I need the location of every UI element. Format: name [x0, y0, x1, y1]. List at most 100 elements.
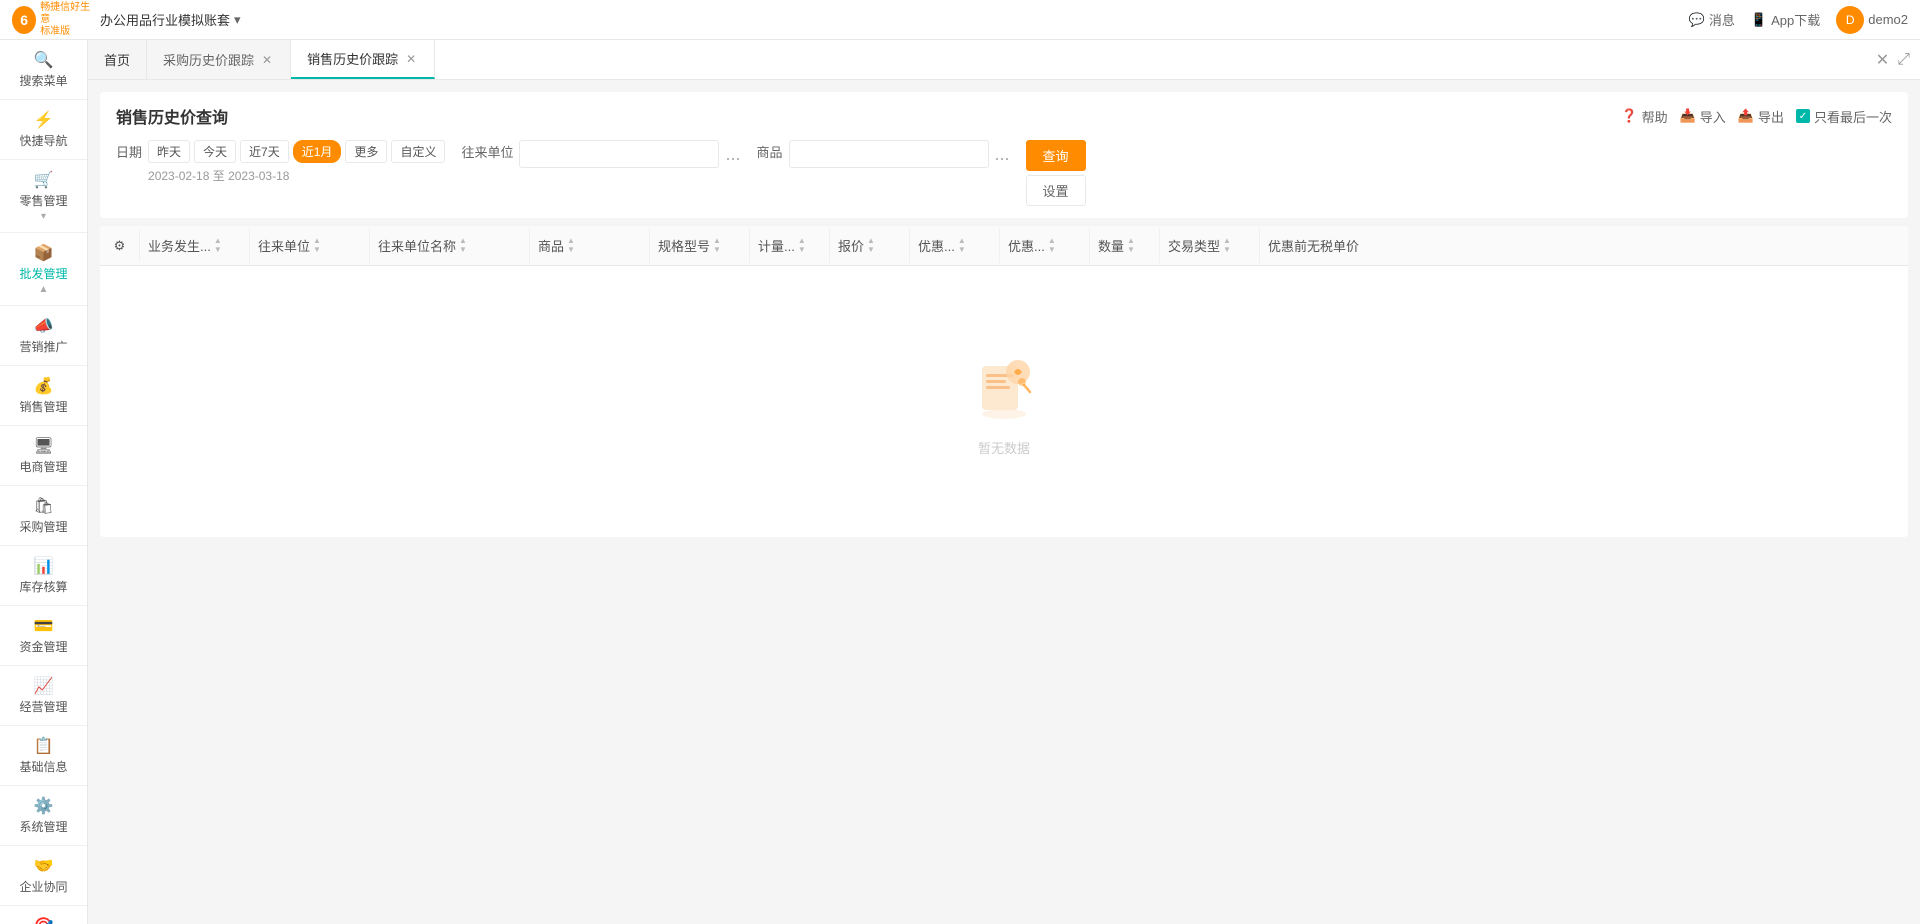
- sidebar-item-finance[interactable]: 💳 资金管理: [0, 606, 87, 666]
- app-download-btn[interactable]: 📱 App下载: [1751, 10, 1820, 29]
- sales-icon: 💰: [34, 376, 54, 396]
- date-btn-yesterday[interactable]: 昨天: [148, 140, 190, 163]
- search-icon: 🔍: [34, 50, 54, 70]
- date-options: 昨天 今天 近7天 近1月 更多 自定义 2023-02-18 至 2023-0…: [148, 140, 445, 184]
- tab-bar: 首页 采购历史价跟踪 ✕ 销售历史价跟踪 ✕ ✕ ⤢: [88, 40, 1920, 80]
- close-sales-tab[interactable]: ✕: [404, 50, 418, 68]
- main-layout: 🔍 搜索菜单 ⚡ 快捷导航 🛒 零售管理 ▾ 📦 批发管理 ▲ 📣 营销推广 💰…: [0, 40, 1920, 924]
- th-discount1[interactable]: 优惠... ▲ ▼: [910, 228, 1000, 263]
- date-filter-group: 日期 昨天 今天 近7天 近1月 更多 自定义 2023-02-18 至 202…: [116, 140, 445, 184]
- enterprise-icon: 🤝: [34, 856, 54, 876]
- query-panel: 销售历史价查询 ❓ 帮助 📥 导入 📤 导出: [100, 92, 1908, 218]
- ops-icon: 📈: [34, 676, 54, 696]
- sort-arrows-spec: ▲ ▼: [713, 237, 721, 254]
- sort-arrows-product: ▲ ▼: [567, 237, 575, 254]
- table-header: ⚙ 业务发生... ▲ ▼ 往来单位 ▲ ▼: [100, 226, 1908, 266]
- tab-purchase-history[interactable]: 采购历史价跟踪 ✕: [147, 40, 291, 79]
- product-label: 商品: [756, 140, 782, 161]
- tab-sales-history[interactable]: 销售历史价跟踪 ✕: [291, 40, 435, 79]
- logo-icon: 6: [12, 6, 36, 34]
- th-taxfree[interactable]: 优惠前无税单价: [1260, 228, 1908, 263]
- sidebar-item-ecommerce[interactable]: 🖥 电商管理: [0, 426, 87, 486]
- import-btn[interactable]: 📥 导入: [1680, 107, 1726, 126]
- th-unit[interactable]: 计量... ▲ ▼: [750, 228, 830, 263]
- sidebar-item-enterprise[interactable]: 🤝 企业协同: [0, 846, 87, 906]
- date-range-text: 2023-02-18 至 2023-03-18: [148, 167, 445, 184]
- panel-actions: ❓ 帮助 📥 导入 📤 导出 ✓ 只看最后一: [1621, 107, 1892, 126]
- sort-arrows-discount1: ▲ ▼: [958, 237, 966, 254]
- date-btn-custom[interactable]: 自定义: [391, 140, 445, 163]
- help-btn[interactable]: ❓ 帮助: [1621, 107, 1667, 126]
- date-buttons: 昨天 今天 近7天 近1月 更多 自定义: [148, 140, 445, 163]
- sidebar-item-marketing[interactable]: 📣 营销推广: [0, 306, 87, 366]
- sidebar-item-system[interactable]: ⚙️ 系统管理: [0, 786, 87, 846]
- finance-icon: 💳: [34, 616, 54, 636]
- partner-input[interactable]: [519, 140, 719, 168]
- user-menu[interactable]: D demo2: [1836, 6, 1908, 34]
- th-spec[interactable]: 规格型号 ▲ ▼: [650, 228, 750, 263]
- date-btn-today[interactable]: 今天: [194, 140, 236, 163]
- partner-label: 往来单位: [461, 140, 513, 161]
- product-dots[interactable]: ...: [995, 145, 1010, 163]
- top-bar: 6 畅捷信好生意 标准版 办公用品行业模拟账套 ▾ 💬 消息 📱 App下载 D…: [0, 0, 1920, 40]
- sort-arrows-date: ▲ ▼: [214, 237, 222, 254]
- th-partner-name[interactable]: 往来单位名称 ▲ ▼: [370, 228, 530, 263]
- basic-icon: 📋: [34, 736, 54, 756]
- sidebar-item-purchase[interactable]: 🛍 采购管理: [0, 486, 87, 546]
- th-discount2[interactable]: 优惠... ▲ ▼: [1000, 228, 1090, 263]
- th-trade-type[interactable]: 交易类型 ▲ ▼: [1160, 228, 1260, 263]
- app-selector[interactable]: 办公用品行业模拟账套 ▾: [100, 10, 1681, 29]
- product-input[interactable]: [789, 140, 989, 168]
- settings-btn[interactable]: 设置: [1026, 175, 1086, 206]
- close-window-btn[interactable]: ✕: [1876, 50, 1889, 70]
- sidebar-item-ops[interactable]: 📈 经营管理: [0, 666, 87, 726]
- chevron-down-icon: ▾: [41, 211, 46, 222]
- export-btn[interactable]: 📤 导出: [1738, 107, 1784, 126]
- sidebar-item-quick-nav[interactable]: ⚡ 快捷导航: [0, 100, 87, 160]
- sidebar-item-guide[interactable]: 🎯 新手引导: [0, 906, 87, 924]
- purchase-icon: 🛍: [33, 496, 53, 516]
- gear-icon: ⚙: [114, 238, 126, 254]
- system-icon: ⚙️: [34, 796, 54, 816]
- guide-icon: 🎯: [34, 916, 54, 924]
- close-purchase-tab[interactable]: ✕: [260, 51, 274, 69]
- sidebar: 🔍 搜索菜单 ⚡ 快捷导航 🛒 零售管理 ▾ 📦 批发管理 ▲ 📣 营销推广 💰…: [0, 40, 88, 924]
- th-date[interactable]: 业务发生... ▲ ▼: [140, 228, 250, 263]
- th-settings[interactable]: ⚙: [100, 230, 140, 262]
- sort-arrows-partner-code: ▲ ▼: [313, 237, 321, 254]
- th-price[interactable]: 报价 ▲ ▼: [830, 228, 910, 263]
- action-btn-group: 查询 设置: [1026, 140, 1086, 206]
- sidebar-item-sales[interactable]: 💰 销售管理: [0, 366, 87, 426]
- maximize-btn[interactable]: ⤢: [1897, 51, 1910, 69]
- date-btn-1month[interactable]: 近1月: [293, 140, 342, 163]
- partner-filter-group: 往来单位 ...: [461, 140, 740, 168]
- partner-dots[interactable]: ...: [725, 145, 740, 163]
- th-qty[interactable]: 数量 ▲ ▼: [1090, 228, 1160, 263]
- empty-illustration: [964, 346, 1044, 426]
- sidebar-item-basic[interactable]: 📋 基础信息: [0, 726, 87, 786]
- sort-arrows-unit: ▲ ▼: [798, 237, 806, 254]
- checkbox-icon: ✓: [1796, 109, 1810, 123]
- content-area: 首页 采购历史价跟踪 ✕ 销售历史价跟踪 ✕ ✕ ⤢ 销售历史价查询: [88, 40, 1920, 924]
- tab-home[interactable]: 首页: [88, 40, 147, 79]
- sidebar-item-retail[interactable]: 🛒 零售管理 ▾: [0, 160, 87, 233]
- date-btn-7days[interactable]: 近7天: [240, 140, 289, 163]
- table-container: ⚙ 业务发生... ▲ ▼ 往来单位 ▲ ▼: [100, 226, 1908, 537]
- search-btn[interactable]: 查询: [1026, 140, 1086, 171]
- sidebar-item-search-menu[interactable]: 🔍 搜索菜单: [0, 40, 87, 100]
- sort-arrows-partner-name: ▲ ▼: [459, 237, 467, 254]
- chevron-up-icon: ▲: [39, 284, 49, 295]
- th-product[interactable]: 商品 ▲ ▼: [530, 228, 650, 263]
- filter-row: 日期 昨天 今天 近7天 近1月 更多 自定义 2023-02-18 至 202…: [116, 140, 1892, 206]
- date-btn-more[interactable]: 更多: [345, 140, 387, 163]
- tab-right-actions: ✕ ⤢: [1866, 40, 1920, 79]
- sidebar-item-inventory[interactable]: 📊 库存核算: [0, 546, 87, 606]
- panel-header: 销售历史价查询 ❓ 帮助 📥 导入 📤 导出: [116, 104, 1892, 128]
- message-btn[interactable]: 💬 消息: [1689, 10, 1735, 29]
- only-latest-toggle[interactable]: ✓ 只看最后一次: [1796, 107, 1892, 126]
- quick-nav-icon: ⚡: [34, 110, 54, 130]
- th-partner-code[interactable]: 往来单位 ▲ ▼: [250, 228, 370, 263]
- avatar: D: [1836, 6, 1864, 34]
- sidebar-item-wholesale[interactable]: 📦 批发管理 ▲: [0, 233, 87, 306]
- page-title: 销售历史价查询: [116, 104, 228, 128]
